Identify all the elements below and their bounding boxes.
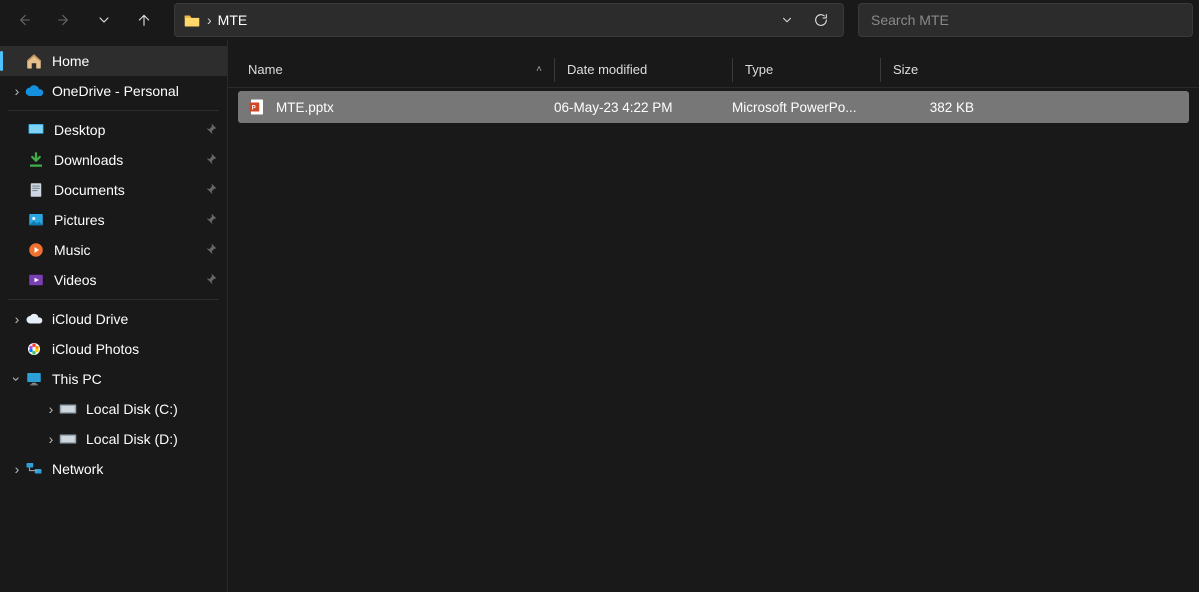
column-header-size[interactable]: Size [880,58,980,82]
search-input[interactable] [859,12,1192,28]
sidebar-item-home[interactable]: › Home [0,46,227,76]
sidebar-item-this-pc[interactable]: › This PC [0,364,227,394]
breadcrumb-item[interactable]: MTE [218,12,248,28]
address-bar[interactable]: › MTE [174,3,844,37]
sidebar-item-label: Music [54,242,205,258]
sidebar-item-label: This PC [52,371,219,387]
sidebar-item-label: Documents [54,182,205,198]
sidebar-item-videos[interactable]: Videos [0,265,227,295]
column-label: Date modified [567,62,647,77]
up-button[interactable] [126,2,162,38]
folder-icon [183,12,201,28]
column-header-name[interactable]: Name ˄ [228,58,554,82]
column-label: Size [893,62,918,77]
refresh-button[interactable] [807,6,835,34]
icloud-drive-icon [24,309,44,329]
music-icon [26,240,46,260]
chevron-right-icon[interactable]: › [10,83,24,99]
sidebar-item-label: Desktop [54,122,205,138]
sidebar-item-label: iCloud Drive [52,311,219,327]
sidebar-item-documents[interactable]: Documents [0,175,227,205]
refresh-icon [813,12,829,28]
sidebar-item-label: Local Disk (D:) [86,431,219,447]
sidebar-item-label: Local Disk (C:) [86,401,219,417]
home-icon [24,51,44,71]
nav-sidebar[interactable]: › Home › OneDrive - Personal Desktop Dow… [0,40,228,592]
pictures-icon [26,210,46,230]
pin-icon [205,272,219,288]
chevron-right-icon[interactable]: › [44,401,58,417]
powerpoint-file-icon: P [248,98,266,116]
sidebar-item-label: Downloads [54,152,205,168]
sidebar-item-network[interactable]: › Network [0,454,227,484]
arrow-left-icon [16,12,32,28]
arrow-up-icon [136,12,152,28]
file-size: 382 KB [880,100,974,115]
sidebar-item-label: iCloud Photos [52,341,219,357]
file-list-pane[interactable]: Name ˄ Date modified Type Size P MTE.ppt… [228,40,1199,592]
sidebar-item-desktop[interactable]: Desktop [0,115,227,145]
breadcrumb-sep-icon: › [207,12,212,28]
sidebar-item-pictures[interactable]: Pictures [0,205,227,235]
recent-button[interactable] [86,2,122,38]
file-date: 06-May-23 4:22 PM [554,100,732,115]
sidebar-item-label: Home [52,53,219,69]
file-name: MTE.pptx [276,100,334,115]
file-row[interactable]: P MTE.pptx 06-May-23 4:22 PM Microsoft P… [238,91,1189,123]
chevron-down-icon [780,13,794,27]
forward-button[interactable] [46,2,82,38]
downloads-icon [26,150,46,170]
arrow-right-icon [56,12,72,28]
sidebar-item-label: Videos [54,272,205,288]
pin-icon [205,242,219,258]
pin-icon [205,212,219,228]
chevron-down-icon [96,12,112,28]
pin-icon [205,122,219,138]
sidebar-item-local-disk-d[interactable]: › Local Disk (D:) [0,424,227,454]
sidebar-item-music[interactable]: Music [0,235,227,265]
chevron-down-icon[interactable]: › [9,372,25,386]
onedrive-icon [24,81,44,101]
sidebar-item-onedrive[interactable]: › OneDrive - Personal [0,76,227,106]
sidebar-item-label: OneDrive - Personal [52,83,219,99]
pin-icon [205,182,219,198]
nav-toolbar: › MTE [0,0,1199,40]
sidebar-item-icloud-photos[interactable]: › iCloud Photos [0,334,227,364]
back-button[interactable] [6,2,42,38]
pin-icon [205,152,219,168]
svg-text:P: P [252,105,256,111]
column-header-date[interactable]: Date modified [554,58,732,82]
chevron-right-icon[interactable]: › [44,431,58,447]
chevron-right-icon[interactable]: › [10,461,24,477]
sidebar-item-label: Pictures [54,212,205,228]
sidebar-item-downloads[interactable]: Downloads [0,145,227,175]
sidebar-item-icloud-drive[interactable]: › iCloud Drive [0,304,227,334]
desktop-icon [26,120,46,140]
sidebar-item-label: Network [52,461,219,477]
chevron-right-icon[interactable]: › [10,311,24,327]
address-history-button[interactable] [773,6,801,34]
documents-icon [26,180,46,200]
network-icon [24,459,44,479]
column-headers: Name ˄ Date modified Type Size [228,52,1199,88]
column-label: Name [248,62,283,77]
drive-icon [58,429,78,449]
videos-icon [26,270,46,290]
sort-asc-icon: ˄ [536,64,542,75]
icloud-photos-icon [24,339,44,359]
column-header-type[interactable]: Type [732,58,880,82]
this-pc-icon [24,369,44,389]
drive-icon [58,399,78,419]
sidebar-item-local-disk-c[interactable]: › Local Disk (C:) [0,394,227,424]
column-label: Type [745,62,773,77]
search-box[interactable] [858,3,1193,37]
file-type: Microsoft PowerPo... [732,100,880,115]
